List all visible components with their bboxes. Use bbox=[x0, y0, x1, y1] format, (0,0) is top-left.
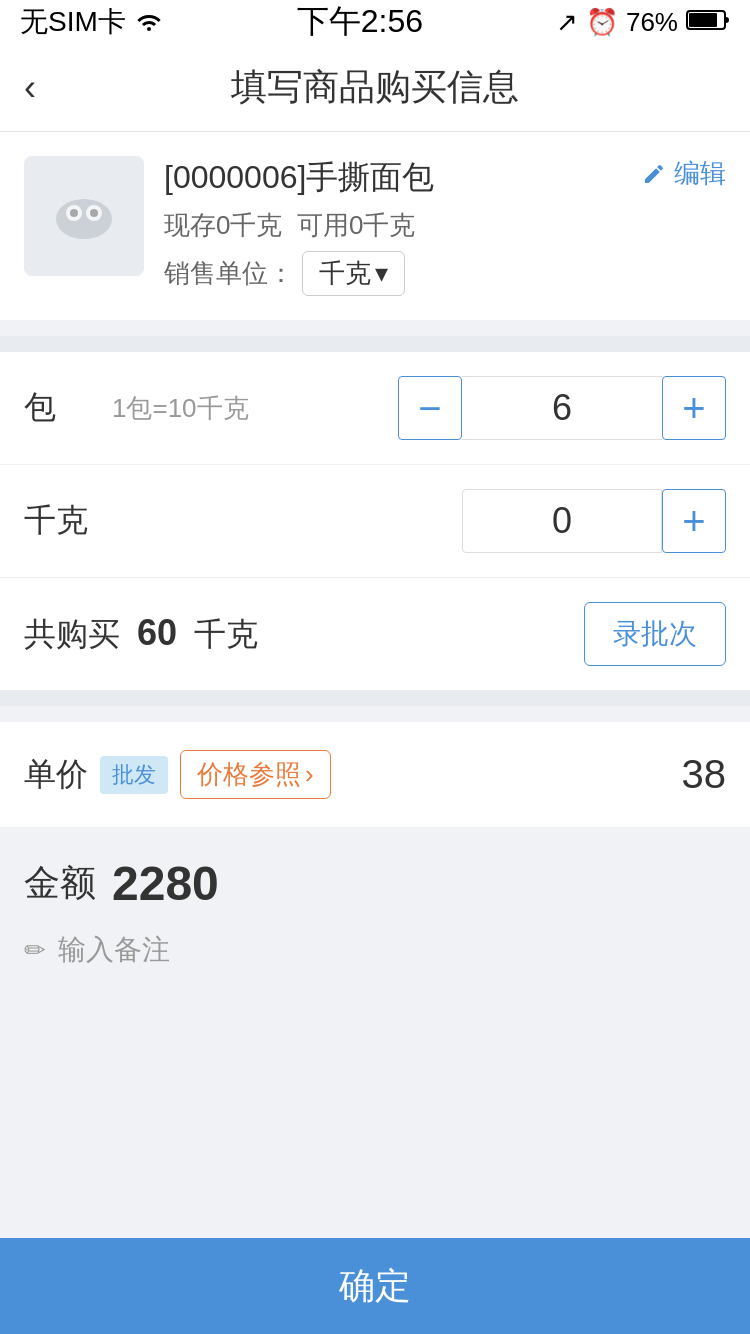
product-card: [0000006]手撕面包 编辑 现存0千克 可用0千克 销售单位： 千克 ▾ bbox=[0, 132, 750, 320]
kg-quantity-control: + bbox=[462, 489, 726, 553]
package-decrement-button[interactable]: − bbox=[398, 376, 462, 440]
product-name: [0000006]手撕面包 bbox=[164, 156, 434, 200]
nav-bar: ‹ 填写商品购买信息 bbox=[0, 44, 750, 132]
product-stock: 现存0千克 可用0千克 bbox=[164, 208, 726, 243]
pencil-icon: ✏ bbox=[24, 935, 46, 966]
amount-section: 金额 2280 ✏ 输入备注 bbox=[0, 828, 750, 989]
price-badge: 批发 bbox=[100, 756, 168, 794]
price-label: 单价 bbox=[24, 753, 88, 797]
location-icon: ↗ bbox=[556, 7, 578, 38]
amount-value: 2280 bbox=[112, 856, 219, 911]
confirm-button[interactable]: 确定 bbox=[0, 1238, 750, 1334]
package-input-row: 包 1包=10千克 − + bbox=[0, 352, 750, 465]
package-quantity-control: − + bbox=[398, 376, 726, 440]
package-increment-button[interactable]: + bbox=[662, 376, 726, 440]
total-row: 共购买 60 千克 录批次 bbox=[0, 578, 750, 690]
status-bar: 无SIM卡 下午2:56 ↗ ⏰ 76% bbox=[0, 0, 750, 44]
battery-text: 76% bbox=[626, 7, 678, 38]
price-value: 38 bbox=[682, 752, 727, 797]
total-label: 共购买 60 千克 bbox=[24, 612, 258, 657]
alarm-icon: ⏰ bbox=[586, 7, 618, 38]
amount-row: 金额 2280 bbox=[24, 856, 726, 911]
product-thumbnail bbox=[24, 156, 144, 276]
product-unit-row: 销售单位： 千克 ▾ bbox=[164, 251, 726, 296]
dropdown-arrow-icon: ▾ bbox=[375, 258, 388, 289]
kg-input-row: 千克 + bbox=[0, 465, 750, 578]
price-row: 单价 批发 价格参照 › 38 bbox=[0, 722, 750, 828]
battery-icon bbox=[686, 7, 730, 38]
kg-quantity-input[interactable] bbox=[462, 489, 662, 553]
wifi-icon bbox=[134, 6, 164, 38]
kg-label: 千克 bbox=[24, 499, 104, 543]
carrier-text: 无SIM卡 bbox=[20, 3, 126, 41]
input-section: 包 1包=10千克 − + 千克 + bbox=[0, 352, 750, 578]
svg-point-5 bbox=[70, 209, 78, 217]
kg-increment-button[interactable]: + bbox=[662, 489, 726, 553]
package-quantity-input[interactable] bbox=[462, 376, 662, 440]
product-info: [0000006]手撕面包 编辑 现存0千克 可用0千克 销售单位： 千克 ▾ bbox=[164, 156, 726, 296]
record-batch-button[interactable]: 录批次 bbox=[584, 602, 726, 666]
separator-2 bbox=[0, 690, 750, 706]
remark-row[interactable]: ✏ 输入备注 bbox=[24, 931, 726, 989]
back-button[interactable]: ‹ bbox=[24, 67, 36, 109]
status-right: ↗ ⏰ 76% bbox=[556, 7, 730, 38]
svg-point-2 bbox=[56, 199, 112, 239]
svg-point-6 bbox=[90, 209, 98, 217]
separator-1 bbox=[0, 336, 750, 352]
package-label: 包 bbox=[24, 386, 104, 430]
page-title: 填写商品购买信息 bbox=[231, 63, 519, 112]
edit-button[interactable]: 编辑 bbox=[642, 156, 726, 191]
status-left: 无SIM卡 bbox=[20, 3, 164, 41]
remark-placeholder: 输入备注 bbox=[58, 931, 170, 969]
price-section: 单价 批发 价格参照 › 38 bbox=[0, 722, 750, 828]
price-ref-button[interactable]: 价格参照 › bbox=[180, 750, 331, 799]
unit-select[interactable]: 千克 ▾ bbox=[302, 251, 405, 296]
svg-rect-1 bbox=[689, 13, 717, 27]
status-time: 下午2:56 bbox=[297, 0, 423, 44]
amount-label: 金额 bbox=[24, 859, 96, 908]
package-hint: 1包=10千克 bbox=[112, 391, 398, 426]
total-quantity: 60 bbox=[137, 612, 177, 653]
